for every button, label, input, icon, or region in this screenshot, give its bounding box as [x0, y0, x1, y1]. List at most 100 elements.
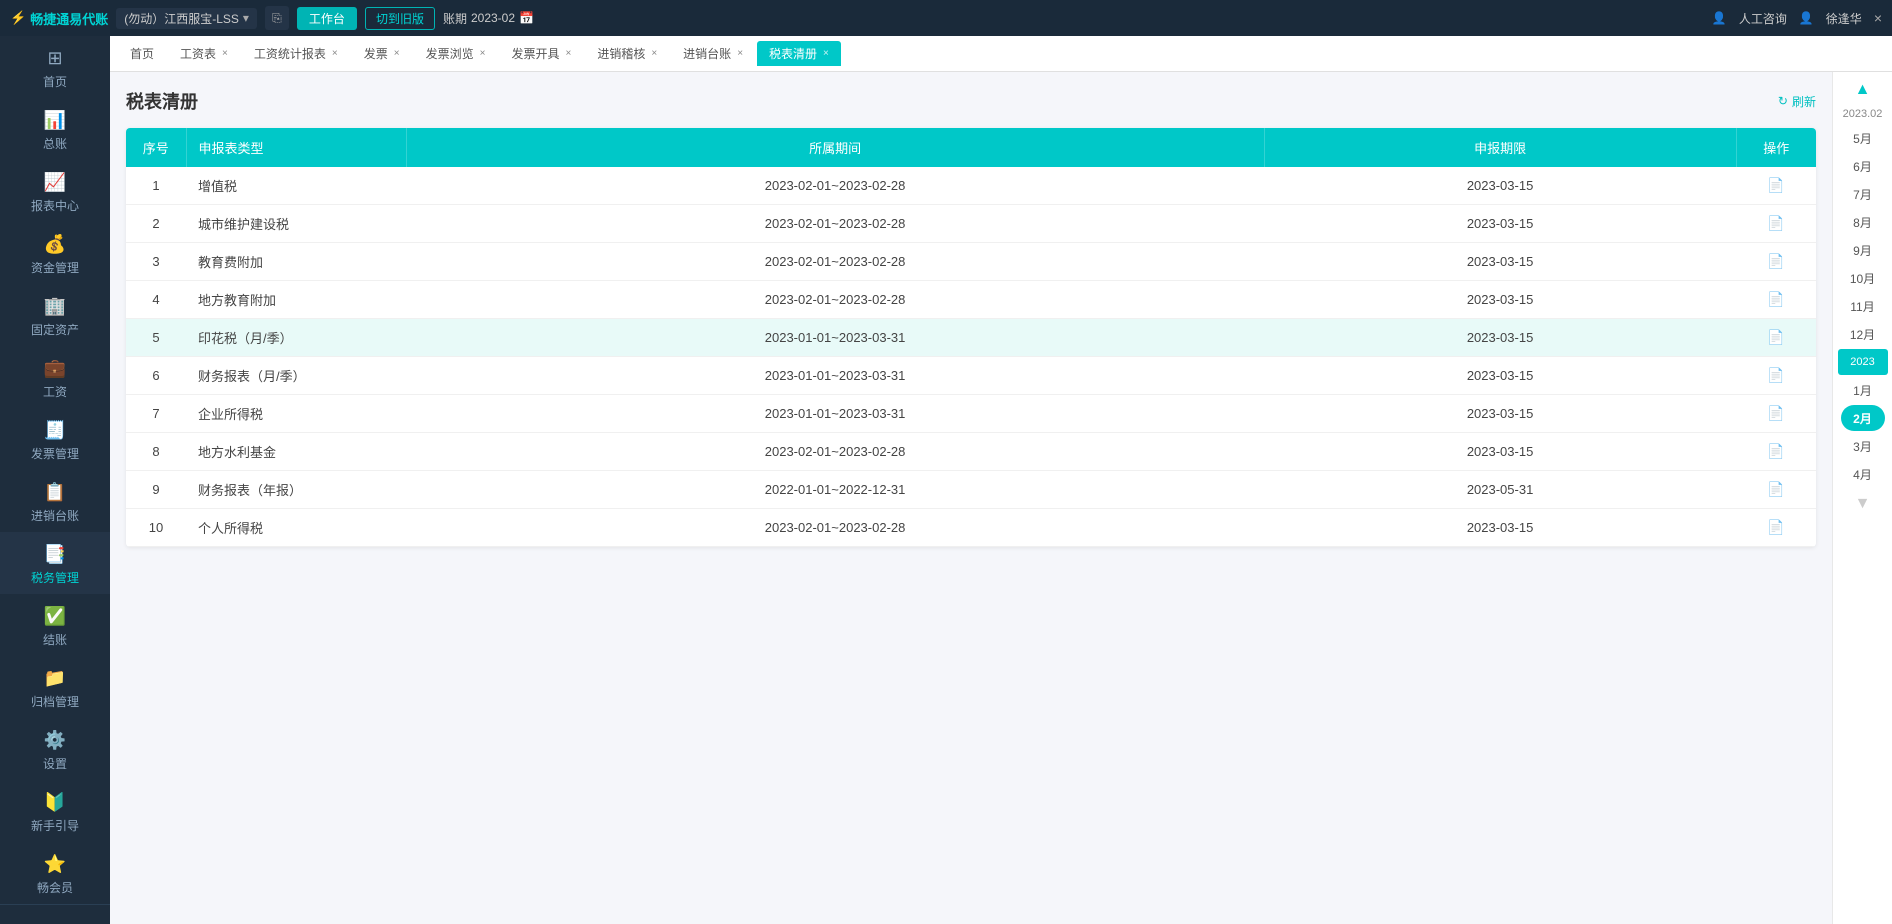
- edit-icon[interactable]: 📄: [1767, 443, 1784, 460]
- cell-action: 📄: [1736, 205, 1816, 243]
- cell-action: 📄: [1736, 167, 1816, 205]
- tab-invoice-open[interactable]: 发票开具 ×: [499, 41, 583, 66]
- edit-icon[interactable]: 📄: [1767, 291, 1784, 308]
- month-3[interactable]: 3月: [1841, 433, 1885, 459]
- tax-icon: 📑: [44, 544, 66, 565]
- tab-salary-report[interactable]: 工资统计报表 ×: [242, 41, 350, 66]
- sidebar-item-report[interactable]: 📈 报表中心: [0, 160, 110, 222]
- month-7[interactable]: 7月: [1841, 181, 1885, 207]
- close-button[interactable]: ×: [1874, 10, 1882, 26]
- edit-icon[interactable]: 📄: [1767, 215, 1784, 232]
- month-5[interactable]: 5月: [1841, 125, 1885, 151]
- sidebar-item-label: 畅会员: [37, 879, 73, 896]
- sidebar-item-tax[interactable]: 📑 税务管理: [0, 532, 110, 594]
- sidebar-bottom: 📌 取消固定: [0, 904, 110, 924]
- tab-invoice-open-close[interactable]: ×: [565, 48, 571, 59]
- company-selector[interactable]: (勿动）江西服宝-LSS ▾: [116, 8, 257, 29]
- sidebar-item-funds[interactable]: 💰 资金管理: [0, 222, 110, 284]
- tab-purchase-ledger-close[interactable]: ×: [737, 48, 743, 59]
- panel-up-arrow[interactable]: ▲: [1851, 78, 1875, 102]
- tab-home[interactable]: 首页: [118, 41, 166, 66]
- calendar-icon[interactable]: 📅: [519, 11, 534, 25]
- tab-purchase-ledger-label: 进销台账: [683, 45, 731, 62]
- workspace-button[interactable]: 工作台: [297, 7, 357, 30]
- edit-icon[interactable]: 📄: [1767, 519, 1784, 536]
- copy-icon[interactable]: ⎘: [265, 6, 289, 30]
- sidebar-item-salary[interactable]: 💼 工资: [0, 346, 110, 408]
- month-8[interactable]: 8月: [1841, 209, 1885, 235]
- cell-type: 增值税: [186, 167, 406, 205]
- tab-tax-clear-close[interactable]: ×: [823, 48, 829, 59]
- sidebar-item-ledger[interactable]: 📊 总账: [0, 98, 110, 160]
- tab-salary[interactable]: 工资表 ×: [168, 41, 240, 66]
- sidebar-item-label: 税务管理: [31, 569, 79, 586]
- switch-old-button[interactable]: 切到旧版: [365, 7, 435, 30]
- panel-down-arrow[interactable]: ▼: [1851, 492, 1875, 516]
- tab-invoice[interactable]: 发票 ×: [352, 41, 412, 66]
- month-1[interactable]: 1月: [1841, 377, 1885, 403]
- tab-purchase-review[interactable]: 进销稽核 ×: [585, 41, 669, 66]
- right-panel: ▲ 2023.02 5月 6月 7月 8月 9月 10月 11月 12月 202…: [1832, 72, 1892, 924]
- app-logo: ⚡ 畅捷通易代账: [10, 9, 108, 28]
- sidebar-item-home[interactable]: ⊞ 首页: [0, 36, 110, 98]
- cell-period: 2023-02-01~2023-02-28: [406, 433, 1264, 471]
- tab-home-label: 首页: [130, 45, 154, 62]
- cell-action: 📄: [1736, 433, 1816, 471]
- edit-icon[interactable]: 📄: [1767, 367, 1784, 384]
- member-icon: ⭐: [44, 854, 66, 875]
- month-11[interactable]: 11月: [1841, 293, 1885, 319]
- month-2[interactable]: 2月: [1841, 405, 1885, 431]
- edit-icon[interactable]: 📄: [1767, 329, 1784, 346]
- tab-purchase-ledger[interactable]: 进销台账 ×: [671, 41, 755, 66]
- page-header: 税表清册 ↻ 刷新: [126, 88, 1816, 114]
- content-area: 首页 工资表 × 工资统计报表 × 发票 × 发票浏览 × 发票开具 ×: [110, 36, 1892, 924]
- sidebar-item-archive[interactable]: 📁 归档管理: [0, 656, 110, 718]
- tab-salary-close[interactable]: ×: [222, 48, 228, 59]
- edit-icon[interactable]: 📄: [1767, 405, 1784, 422]
- unpin-button[interactable]: 📌 取消固定: [0, 915, 110, 924]
- tab-invoice-browse[interactable]: 发票浏览 ×: [414, 41, 498, 66]
- edit-icon[interactable]: 📄: [1767, 481, 1784, 498]
- month-12[interactable]: 12月: [1841, 321, 1885, 347]
- cell-action: 📄: [1736, 357, 1816, 395]
- cell-type: 城市维护建设税: [186, 205, 406, 243]
- sidebar-item-label: 新手引导: [31, 817, 79, 834]
- sidebar-item-label: 结账: [43, 631, 67, 648]
- sidebar-item-invoice[interactable]: 🧾 发票管理: [0, 408, 110, 470]
- sidebar-item-settings[interactable]: ⚙️ 设置: [0, 718, 110, 780]
- edit-icon[interactable]: 📄: [1767, 177, 1784, 194]
- cell-deadline: 2023-03-15: [1264, 433, 1736, 471]
- cell-type: 地方水利基金: [186, 433, 406, 471]
- page-title: 税表清册: [126, 88, 198, 114]
- table-header-row: 序号 申报表类型 所属期间 申报期限 操作: [126, 128, 1816, 167]
- month-9[interactable]: 9月: [1841, 237, 1885, 263]
- sidebar: ⊞ 首页 📊 总账 📈 报表中心 💰 资金管理 🏢 固定资产 💼 工资 🧾 发票…: [0, 36, 110, 924]
- tab-tax-clear[interactable]: 税表清册 ×: [757, 41, 841, 66]
- col-action: 操作: [1736, 128, 1816, 167]
- sidebar-item-assets[interactable]: 🏢 固定资产: [0, 284, 110, 346]
- month-4[interactable]: 4月: [1841, 461, 1885, 487]
- tab-salary-report-close[interactable]: ×: [332, 48, 338, 59]
- sidebar-item-settle[interactable]: ✅ 结账: [0, 594, 110, 656]
- cell-type: 个人所得税: [186, 509, 406, 547]
- edit-icon[interactable]: 📄: [1767, 253, 1784, 270]
- table-row: 4 地方教育附加 2023-02-01~2023-02-28 2023-03-1…: [126, 281, 1816, 319]
- sidebar-item-guide[interactable]: 🔰 新手引导: [0, 780, 110, 842]
- home-icon: ⊞: [47, 48, 62, 69]
- sidebar-item-label: 设置: [43, 755, 67, 772]
- month-6[interactable]: 6月: [1841, 153, 1885, 179]
- human-consult-link[interactable]: 人工咨询: [1739, 10, 1787, 27]
- month-10[interactable]: 10月: [1841, 265, 1885, 291]
- tab-purchase-review-close[interactable]: ×: [651, 48, 657, 59]
- sidebar-item-reconcile[interactable]: 📋 进销台账: [0, 470, 110, 532]
- sidebar-item-member[interactable]: ⭐ 畅会员: [0, 842, 110, 904]
- cell-action: 📄: [1736, 281, 1816, 319]
- tab-invoice-browse-close[interactable]: ×: [480, 48, 486, 59]
- cell-period: 2023-02-01~2023-02-28: [406, 509, 1264, 547]
- tab-invoice-close[interactable]: ×: [394, 48, 400, 59]
- settings-icon: ⚙️: [44, 730, 66, 751]
- cell-type: 地方教育附加: [186, 281, 406, 319]
- refresh-button[interactable]: ↻ 刷新: [1778, 93, 1816, 110]
- main-layout: ⊞ 首页 📊 总账 📈 报表中心 💰 资金管理 🏢 固定资产 💼 工资 🧾 发票…: [0, 36, 1892, 924]
- cell-type: 企业所得税: [186, 395, 406, 433]
